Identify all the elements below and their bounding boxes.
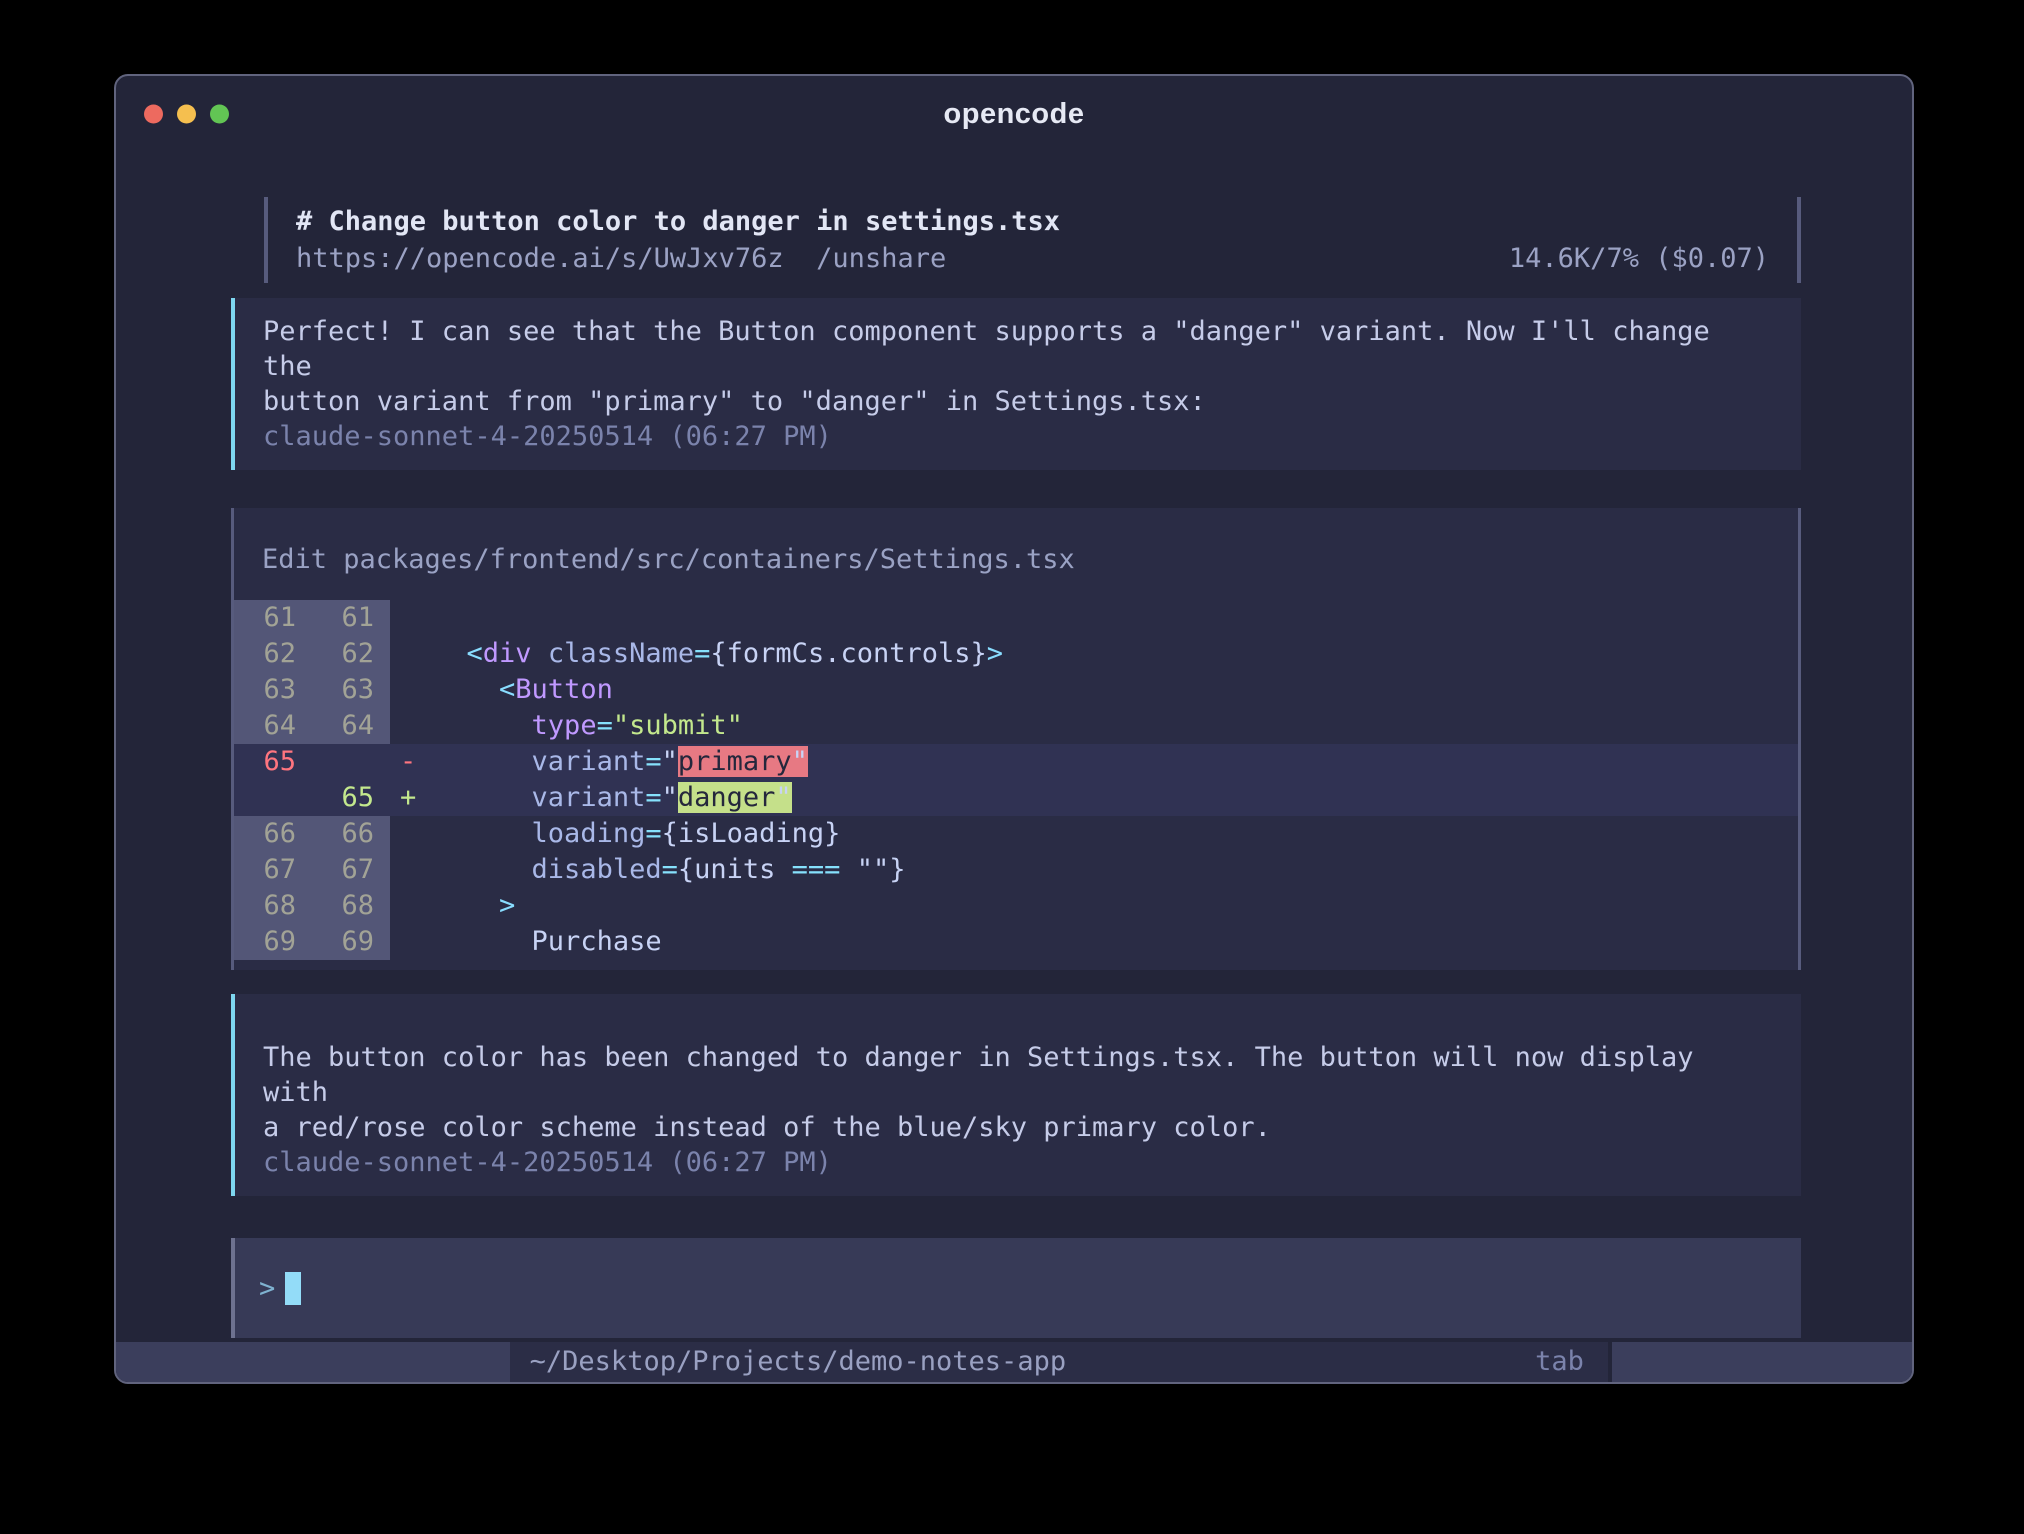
line-number-new: 63 [312, 672, 390, 708]
diff-code: loading={isLoading} [434, 816, 1798, 852]
edit-tool-block: Edit packages/frontend/src/containers/Se… [231, 508, 1801, 970]
line-number-old: 67 [234, 852, 312, 888]
assistant-message-1: Perfect! I can see that the Button compo… [231, 298, 1801, 470]
message-line: Perfect! I can see that the Button compo… [263, 314, 1773, 384]
session-header: # Change button color to danger in setti… [264, 197, 1801, 283]
line-number-new: 68 [312, 888, 390, 924]
diff-row: 6868 > [234, 888, 1798, 924]
diff-code: type="submit" [434, 708, 1798, 744]
window-title: opencode [944, 98, 1085, 131]
prompt-input[interactable]: > [231, 1238, 1801, 1338]
working-directory: ~/Desktop/Projects/demo-notes-app [510, 1342, 1086, 1382]
message-line: The button color has been changed to dan… [263, 1040, 1773, 1110]
prompt-chevron: > [259, 1273, 275, 1304]
diff-code: > [434, 888, 1798, 924]
session-subtitle: https://opencode.ai/s/UwJxv76z /unshare … [296, 240, 1769, 277]
diff-row: 6363 <Button [234, 672, 1798, 708]
line-number-old: 63 [234, 672, 312, 708]
line-number-new [312, 744, 390, 780]
diff-row: 6666 loading={isLoading} [234, 816, 1798, 852]
diff-code: variant="danger" [434, 780, 1798, 816]
diff-marker [390, 924, 434, 960]
minimize-button[interactable] [177, 105, 196, 124]
share-url[interactable]: https://opencode.ai/s/UwJxv76z [296, 240, 784, 277]
diff-row: 65+ variant="danger" [234, 780, 1798, 816]
close-button[interactable] [144, 105, 163, 124]
diff-code: variant="primary" [434, 744, 1798, 780]
zoom-button[interactable] [210, 105, 229, 124]
traffic-lights [144, 105, 229, 124]
diff-code: disabled={units === ""} [434, 852, 1798, 888]
line-number-new: 69 [312, 924, 390, 960]
session-content: # Change button color to danger in setti… [116, 197, 1912, 1384]
diff-marker: - [390, 744, 434, 780]
titlebar: opencode [116, 76, 1912, 152]
line-number-new: 62 [312, 636, 390, 672]
app-version-chip: opencode v0.3.11 [116, 1342, 510, 1382]
line-number-new: 64 [312, 708, 390, 744]
diff-marker [390, 708, 434, 744]
text-cursor [285, 1272, 301, 1305]
line-number-old: 64 [234, 708, 312, 744]
unshare-command[interactable]: /unshare [816, 240, 946, 277]
line-number-old: 65 [234, 744, 312, 780]
line-number-new: 67 [312, 852, 390, 888]
diff-row: 6969 Purchase [234, 924, 1798, 960]
diff-marker [390, 888, 434, 924]
model-timestamp: claude-sonnet-4-20250514 (06:27 PM) [263, 1145, 1773, 1180]
assistant-message-2: The button color has been changed to dan… [231, 994, 1801, 1196]
diff-marker: + [390, 780, 434, 816]
line-number-new: 65 [312, 780, 390, 816]
diff-code: <Button [434, 672, 1798, 708]
message-line: button variant from "primary" to "danger… [263, 384, 1773, 419]
diff-code: <div className={formCs.controls}> [434, 636, 1798, 672]
line-number-new: 61 [312, 600, 390, 636]
line-number-old: 69 [234, 924, 312, 960]
line-number-old: 61 [234, 600, 312, 636]
edit-file-path: Edit packages/frontend/src/containers/Se… [234, 508, 1798, 600]
opencode-window: opencode # Change button color to danger… [114, 74, 1914, 1384]
line-number-old: 62 [234, 636, 312, 672]
model-timestamp: claude-sonnet-4-20250514 (06:27 PM) [263, 419, 1773, 454]
diff-code: Purchase [434, 924, 1798, 960]
session-title: # Change button color to danger in setti… [296, 203, 1769, 240]
diff-marker [390, 816, 434, 852]
diff-row: 6262 <div className={formCs.controls}> [234, 636, 1798, 672]
message-line: a red/rose color scheme instead of the b… [263, 1110, 1773, 1145]
tab-key-hint: tab [1511, 1342, 1608, 1382]
diff-rows: 61616262 <div className={formCs.controls… [234, 600, 1798, 960]
line-number-new: 66 [312, 816, 390, 852]
line-number-old [234, 780, 312, 816]
line-number-old: 66 [234, 816, 312, 852]
diff-row: 6464 type="submit" [234, 708, 1798, 744]
statusbar-spacer [1086, 1342, 1511, 1382]
diff-row: 65 - variant="primary" [234, 744, 1798, 780]
build-mode-chip[interactable]: BUILD MODE [1608, 1342, 1912, 1382]
diff-code [434, 600, 1798, 636]
diff-marker [390, 600, 434, 636]
diff-row: 6161 [234, 600, 1798, 636]
diff-marker [390, 672, 434, 708]
diff-row: 6767 disabled={units === ""} [234, 852, 1798, 888]
diff-marker [390, 852, 434, 888]
diff-marker [390, 636, 434, 672]
line-number-old: 68 [234, 888, 312, 924]
status-bar: opencode v0.3.11 ~/Desktop/Projects/demo… [116, 1342, 1912, 1382]
token-cost-stats: 14.6K/7% ($0.07) [1509, 240, 1769, 277]
